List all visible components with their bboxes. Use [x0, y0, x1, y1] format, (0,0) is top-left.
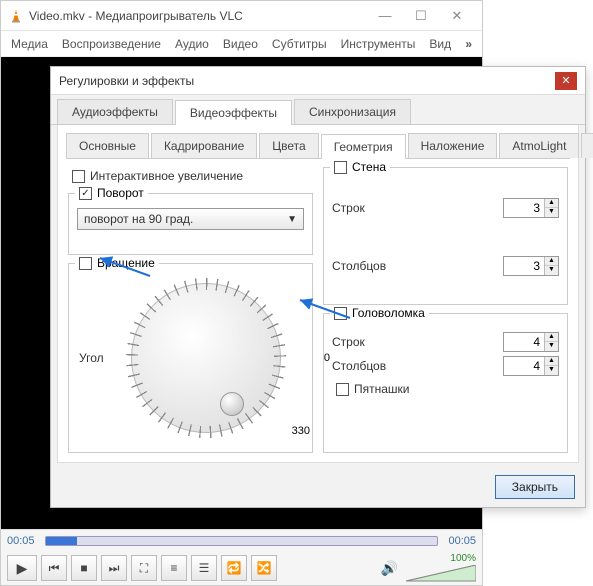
- wall-checkbox[interactable]: [334, 161, 347, 174]
- dialog-close-button[interactable]: ✕: [555, 72, 577, 90]
- subtab-atmolight[interactable]: AtmoLight: [499, 133, 579, 158]
- interactive-zoom-row[interactable]: Интерактивное увеличение: [68, 167, 313, 185]
- spin-down-icon[interactable]: ▼: [545, 342, 558, 351]
- rotation-group: Вращение Угол 0 330: [68, 263, 313, 453]
- playlist-button[interactable]: ☰: [191, 555, 217, 581]
- fullscreen-button[interactable]: ⛶: [131, 555, 157, 581]
- rotate-value: поворот на 90 град.: [84, 212, 193, 226]
- rotate-combobox[interactable]: поворот на 90 град. ▼: [77, 208, 304, 230]
- window-title: Video.mkv - Медиапроигрыватель VLC: [29, 9, 368, 23]
- menu-playback[interactable]: Воспроизведение: [62, 37, 161, 51]
- volume-label: 100%: [406, 553, 476, 564]
- wall-rows-value: 3: [504, 201, 544, 215]
- time-elapsed: 00:05: [7, 535, 39, 547]
- wall-cols-value: 3: [504, 259, 544, 273]
- wall-cols-spinner[interactable]: 3 ▲▼: [503, 256, 559, 276]
- fifteen-label: Пятнашки: [354, 382, 410, 396]
- video-effects-subtabs: Основные Кадрирование Цвета Геометрия На…: [66, 133, 570, 159]
- chevron-down-icon: ▼: [287, 214, 297, 225]
- seek-bar[interactable]: [45, 536, 438, 546]
- titlebar: Video.mkv - Медиапроигрыватель VLC — ☐ ✕: [1, 1, 482, 31]
- fifteen-checkbox[interactable]: [336, 383, 349, 396]
- menu-tools[interactable]: Инструменты: [341, 37, 416, 51]
- menu-more[interactable]: »: [465, 37, 472, 51]
- menu-audio[interactable]: Аудио: [175, 37, 209, 51]
- tab-video-effects[interactable]: Видеоэффекты: [175, 100, 292, 125]
- puzzle-group: Головоломка Строк 4 ▲▼ Столбцов 4 ▲▼: [323, 313, 568, 453]
- geometry-left-column: Интерактивное увеличение Поворот поворот…: [68, 167, 313, 453]
- spin-up-icon[interactable]: ▲: [545, 199, 558, 208]
- tab-sync[interactable]: Синхронизация: [294, 99, 411, 124]
- close-button[interactable]: ✕: [440, 5, 474, 27]
- angle-label: Угол: [79, 351, 104, 365]
- effects-top-tabs: Аудиоэффекты Видеоэффекты Синхронизация: [51, 95, 585, 125]
- menubar: Медиа Воспроизведение Аудио Видео Субтит…: [1, 31, 482, 57]
- rotation-dial[interactable]: [131, 283, 281, 433]
- dial-tick-330: 330: [292, 425, 310, 437]
- puzzle-rows-spinner[interactable]: 4 ▲▼: [503, 332, 559, 352]
- puzzle-checkbox[interactable]: [334, 307, 347, 320]
- volume-icon[interactable]: 🔊: [381, 560, 398, 577]
- rotate-title: Поворот: [97, 186, 144, 200]
- puzzle-rows-value: 4: [504, 335, 544, 349]
- interactive-zoom-checkbox[interactable]: [72, 170, 85, 183]
- dialog-titlebar: Регулировки и эффекты ✕: [51, 67, 585, 95]
- time-total: 00:05: [444, 535, 476, 547]
- wall-rows-label: Строк: [332, 201, 503, 215]
- tab-audio-effects[interactable]: Аудиоэффекты: [57, 99, 173, 124]
- subtab-geometry[interactable]: Геометрия: [321, 134, 406, 159]
- wall-rows-spinner[interactable]: 3 ▲▼: [503, 198, 559, 218]
- spin-up-icon[interactable]: ▲: [545, 357, 558, 366]
- spin-up-icon[interactable]: ▲: [545, 257, 558, 266]
- interactive-zoom-label: Интерактивное увеличение: [90, 169, 243, 183]
- wall-cols-label: Столбцов: [332, 259, 503, 273]
- player-controls: 00:05 00:05 ▶ ⏮ ■ ⏭ ⛶ ≡ ☰ 🔁 🔀 🔊 100%: [1, 529, 482, 585]
- dial-knob[interactable]: [220, 392, 244, 416]
- menu-view[interactable]: Вид: [429, 37, 451, 51]
- subtab-crop[interactable]: Кадрирование: [151, 133, 257, 158]
- settings-button[interactable]: ≡: [161, 555, 187, 581]
- rotate-checkbox[interactable]: [79, 187, 92, 200]
- menu-subtitles[interactable]: Субтитры: [272, 37, 327, 51]
- menu-video[interactable]: Видео: [223, 37, 258, 51]
- puzzle-title: Головоломка: [352, 306, 425, 320]
- close-dialog-button[interactable]: Закрыть: [495, 475, 575, 499]
- shuffle-button[interactable]: 🔀: [251, 555, 277, 581]
- puzzle-cols-value: 4: [504, 359, 544, 373]
- puzzle-rows-label: Строк: [332, 335, 503, 349]
- rotate-group: Поворот поворот на 90 град. ▼: [68, 193, 313, 255]
- maximize-button[interactable]: ☐: [404, 5, 438, 27]
- spin-down-icon[interactable]: ▼: [545, 366, 558, 375]
- next-button[interactable]: ⏭: [101, 555, 127, 581]
- menu-media[interactable]: Медиа: [11, 37, 48, 51]
- geometry-right-column: Стена Строк 3 ▲▼ Столбцов 3: [323, 167, 568, 453]
- wall-title: Стена: [352, 160, 386, 174]
- subtab-colors[interactable]: Цвета: [259, 133, 318, 158]
- rotation-title: Вращение: [97, 256, 155, 270]
- play-button[interactable]: ▶: [7, 555, 37, 581]
- spin-down-icon[interactable]: ▼: [545, 266, 558, 275]
- spin-up-icon[interactable]: ▲: [545, 333, 558, 342]
- subtab-basic[interactable]: Основные: [66, 133, 149, 158]
- puzzle-cols-spinner[interactable]: 4 ▲▼: [503, 356, 559, 376]
- vlc-cone-icon: [9, 9, 23, 23]
- loop-button[interactable]: 🔁: [221, 555, 247, 581]
- spin-down-icon[interactable]: ▼: [545, 208, 558, 217]
- wall-group: Стена Строк 3 ▲▼ Столбцов 3: [323, 167, 568, 305]
- puzzle-cols-label: Столбцов: [332, 359, 503, 373]
- stop-button[interactable]: ■: [71, 555, 97, 581]
- dialog-title: Регулировки и эффекты: [59, 74, 555, 88]
- subtab-more[interactable]: Д: [581, 133, 593, 158]
- prev-button[interactable]: ⏮: [41, 555, 67, 581]
- rotation-checkbox[interactable]: [79, 257, 92, 270]
- effects-dialog: Регулировки и эффекты ✕ Аудиоэффекты Вид…: [50, 66, 586, 508]
- subtab-overlay[interactable]: Наложение: [408, 133, 498, 158]
- minimize-button[interactable]: —: [368, 5, 402, 27]
- volume-control[interactable]: 100%: [406, 553, 476, 583]
